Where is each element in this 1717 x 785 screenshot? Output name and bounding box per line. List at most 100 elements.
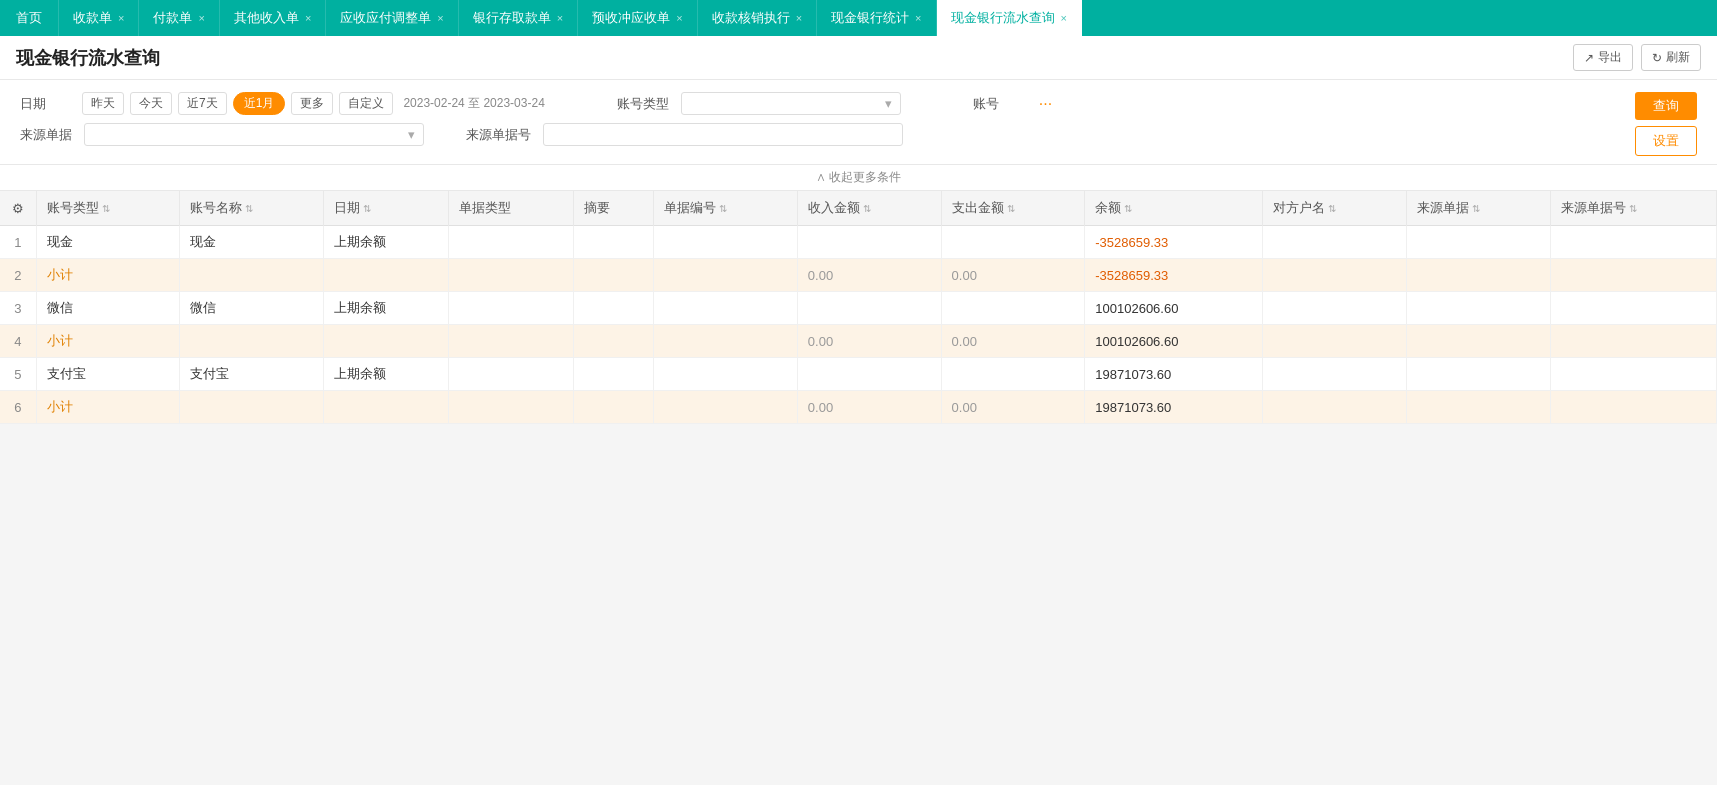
- cell-doc-type: [448, 292, 573, 325]
- close-tab-2-icon[interactable]: ×: [305, 12, 311, 24]
- cell-counterpart: [1263, 226, 1407, 259]
- cell-summary: [573, 358, 653, 391]
- date-btn-7days[interactable]: 近7天: [178, 92, 227, 115]
- cell-summary: [573, 325, 653, 358]
- filter-right-btns: 查询 设置: [1635, 92, 1697, 156]
- sort-account-name-icon: ⇅: [245, 203, 253, 214]
- settings-button[interactable]: 设置: [1635, 126, 1697, 156]
- cell-balance: 19871073.60: [1085, 358, 1263, 391]
- cell-account-name: 现金: [180, 226, 324, 259]
- cell-source-doc: [1407, 259, 1551, 292]
- cell-account-name: [180, 325, 324, 358]
- cell-account-name: 支付宝: [180, 358, 324, 391]
- close-tab-5-icon[interactable]: ×: [676, 12, 682, 24]
- th-account-name[interactable]: 账号名称 ⇅: [180, 191, 324, 226]
- nav-tab-4[interactable]: 银行存取款单 ×: [459, 0, 578, 36]
- table-header-row: ⚙ 账号类型 ⇅ 账号名称 ⇅ 日期: [0, 191, 1717, 226]
- filter-row-2: 来源单据 ▾ 来源单据号: [20, 123, 1619, 146]
- filter-row-1: 日期 昨天 今天 近7天 近1月 更多 自定义 2023-02-24 至 202…: [20, 92, 1619, 115]
- nav-home[interactable]: 首页: [0, 0, 59, 36]
- export-button[interactable]: ↗ 导出: [1573, 44, 1633, 71]
- cell-doc-num: [654, 259, 798, 292]
- date-btn-today[interactable]: 今天: [130, 92, 172, 115]
- filter-area: 日期 昨天 今天 近7天 近1月 更多 自定义 2023-02-24 至 202…: [0, 80, 1717, 165]
- date-btn-1month[interactable]: 近1月: [233, 92, 286, 115]
- close-tab-3-icon[interactable]: ×: [437, 12, 443, 24]
- close-tab-0-icon[interactable]: ×: [118, 12, 124, 24]
- cell-income: 0.00: [797, 259, 941, 292]
- date-shortcuts: 昨天 今天 近7天 近1月 更多 自定义 2023-02-24 至 2023-0…: [82, 92, 545, 115]
- cell-income: [797, 226, 941, 259]
- filter-left: 日期 昨天 今天 近7天 近1月 更多 自定义 2023-02-24 至 202…: [20, 92, 1619, 154]
- th-summary[interactable]: 摘要: [573, 191, 653, 226]
- th-gear[interactable]: ⚙: [0, 191, 36, 226]
- close-tab-1-icon[interactable]: ×: [198, 12, 204, 24]
- th-expense[interactable]: 支出金额 ⇅: [941, 191, 1085, 226]
- cell-num: 3: [0, 292, 36, 325]
- refresh-icon: ↻: [1652, 51, 1662, 65]
- source-doc-num-input[interactable]: [543, 123, 903, 146]
- cell-date: 上期余额: [323, 358, 448, 391]
- cell-num: 2: [0, 259, 36, 292]
- cell-income: [797, 358, 941, 391]
- close-tab-6-icon[interactable]: ×: [796, 12, 802, 24]
- source-doc-num-label: 来源单据号: [466, 126, 531, 144]
- th-income[interactable]: 收入金额 ⇅: [797, 191, 941, 226]
- nav-tab-2[interactable]: 其他收入单 ×: [220, 0, 326, 36]
- page-title: 现金银行流水查询: [16, 46, 160, 70]
- nav-tab-0[interactable]: 收款单 ×: [59, 0, 139, 36]
- cell-date: [323, 259, 448, 292]
- cell-expense: 0.00: [941, 391, 1085, 424]
- top-navigation: 首页 收款单 × 付款单 × 其他收入单 × 应收应付调整单 × 银行存取款单 …: [0, 0, 1717, 36]
- th-date[interactable]: 日期 ⇅: [323, 191, 448, 226]
- nav-tab-7[interactable]: 现金银行统计 ×: [817, 0, 936, 36]
- collapse-bar[interactable]: ∧ 收起更多条件: [0, 165, 1717, 191]
- cell-income: [797, 292, 941, 325]
- cell-expense: 0.00: [941, 325, 1085, 358]
- nav-tab-5[interactable]: 预收冲应收单 ×: [578, 0, 697, 36]
- date-btn-more[interactable]: 更多: [291, 92, 333, 115]
- cell-source-doc-num: [1550, 358, 1716, 391]
- table-row: 4 小计 0.00 0.00 100102606.60: [0, 325, 1717, 358]
- nav-tab-3[interactable]: 应收应付调整单 ×: [326, 0, 458, 36]
- cell-balance: 100102606.60: [1085, 325, 1263, 358]
- th-source-doc[interactable]: 来源单据 ⇅: [1407, 191, 1551, 226]
- cell-counterpart: [1263, 325, 1407, 358]
- nav-tab-6[interactable]: 收款核销执行 ×: [698, 0, 817, 36]
- cell-source-doc-num: [1550, 292, 1716, 325]
- source-doc-select[interactable]: ▾: [84, 123, 424, 146]
- date-btn-yesterday[interactable]: 昨天: [82, 92, 124, 115]
- close-tab-7-icon[interactable]: ×: [915, 12, 921, 24]
- table-row: 6 小计 0.00 0.00 19871073.60: [0, 391, 1717, 424]
- cell-balance: -3528659.33: [1085, 226, 1263, 259]
- th-doc-num[interactable]: 单据编号 ⇅: [654, 191, 798, 226]
- cell-date: [323, 325, 448, 358]
- query-button[interactable]: 查询: [1635, 92, 1697, 120]
- sort-doc-num-icon: ⇅: [719, 203, 727, 214]
- table-row: 2 小计 0.00 0.00 -3528659.33: [0, 259, 1717, 292]
- refresh-button[interactable]: ↻ 刷新: [1641, 44, 1701, 71]
- th-counterpart[interactable]: 对方户名 ⇅: [1263, 191, 1407, 226]
- sort-expense-icon: ⇅: [1007, 203, 1015, 214]
- export-icon: ↗: [1584, 51, 1594, 65]
- nav-tab-1[interactable]: 付款单 ×: [139, 0, 219, 36]
- cell-source-doc-num: [1550, 391, 1716, 424]
- cell-num: 4: [0, 325, 36, 358]
- nav-tab-8[interactable]: 现金银行流水查询 ×: [937, 0, 1082, 36]
- account-type-select[interactable]: ▾: [681, 92, 901, 115]
- cell-doc-num: [654, 358, 798, 391]
- th-source-doc-num[interactable]: 来源单据号 ⇅: [1550, 191, 1716, 226]
- cell-doc-num: [654, 226, 798, 259]
- cell-date: 上期余额: [323, 292, 448, 325]
- close-tab-4-icon[interactable]: ×: [557, 12, 563, 24]
- th-doc-type[interactable]: 单据类型: [448, 191, 573, 226]
- th-account-type[interactable]: 账号类型 ⇅: [36, 191, 180, 226]
- account-dots[interactable]: ···: [1035, 95, 1056, 113]
- cell-doc-num: [654, 292, 798, 325]
- close-tab-8-icon[interactable]: ×: [1061, 12, 1067, 24]
- th-balance[interactable]: 余额 ⇅: [1085, 191, 1263, 226]
- date-btn-custom[interactable]: 自定义: [339, 92, 393, 115]
- cell-source-doc-num: [1550, 325, 1716, 358]
- cell-account-name: [180, 259, 324, 292]
- cell-expense: [941, 358, 1085, 391]
